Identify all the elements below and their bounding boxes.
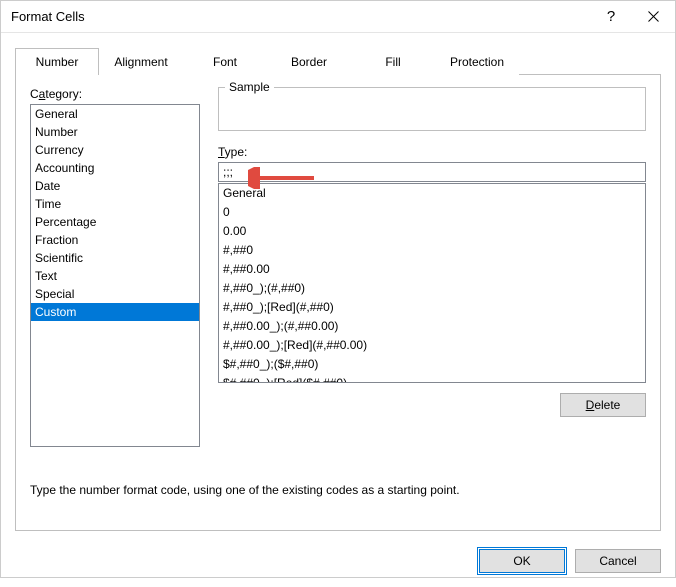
- list-item[interactable]: Time: [31, 195, 199, 213]
- list-item[interactable]: #,##0.00_);[Red](#,##0.00): [219, 336, 645, 355]
- delete-button[interactable]: Delete: [560, 393, 646, 417]
- list-item[interactable]: Date: [31, 177, 199, 195]
- list-item[interactable]: Scientific: [31, 249, 199, 267]
- close-button[interactable]: [631, 1, 675, 33]
- list-item[interactable]: #,##0.00: [219, 260, 645, 279]
- list-item[interactable]: #,##0: [219, 241, 645, 260]
- list-item[interactable]: $#,##0_);($#,##0): [219, 355, 645, 374]
- list-item[interactable]: 0: [219, 203, 645, 222]
- list-item[interactable]: Currency: [31, 141, 199, 159]
- list-item[interactable]: #,##0_);(#,##0): [219, 279, 645, 298]
- cancel-button[interactable]: Cancel: [575, 549, 661, 573]
- close-icon: [648, 11, 659, 22]
- tab-number[interactable]: Number: [15, 48, 99, 75]
- dialog-content: Number Alignment Font Border Fill Protec…: [1, 33, 675, 541]
- list-item[interactable]: $#,##0_);[Red]($#,##0): [219, 374, 645, 383]
- ok-button[interactable]: OK: [479, 549, 565, 573]
- dialog-footer: OK Cancel: [1, 541, 675, 587]
- type-input[interactable]: [218, 162, 646, 182]
- list-item[interactable]: 0.00: [219, 222, 645, 241]
- tab-border[interactable]: Border: [267, 48, 351, 75]
- window-title: Format Cells: [11, 9, 591, 24]
- list-item[interactable]: #,##0.00_);(#,##0.00): [219, 317, 645, 336]
- type-label: Type:: [218, 145, 646, 159]
- list-item[interactable]: Text: [31, 267, 199, 285]
- tab-protection[interactable]: Protection: [435, 48, 519, 75]
- titlebar: Format Cells ?: [1, 1, 675, 33]
- list-item[interactable]: Number: [31, 123, 199, 141]
- sample-group: Sample: [218, 87, 646, 131]
- list-item[interactable]: Fraction: [31, 231, 199, 249]
- help-button[interactable]: ?: [591, 1, 631, 33]
- list-item[interactable]: Special: [31, 285, 199, 303]
- category-listbox[interactable]: General Number Currency Accounting Date …: [30, 104, 200, 447]
- list-item[interactable]: #,##0_);[Red](#,##0): [219, 298, 645, 317]
- list-item[interactable]: Accounting: [31, 159, 199, 177]
- category-label: Category:: [30, 87, 200, 101]
- tab-fill[interactable]: Fill: [351, 48, 435, 75]
- list-item[interactable]: Custom: [31, 303, 199, 321]
- format-listbox[interactable]: General 0 0.00 #,##0 #,##0.00 #,##0_);(#…: [218, 183, 646, 383]
- tab-alignment[interactable]: Alignment: [99, 48, 183, 75]
- list-item[interactable]: Percentage: [31, 213, 199, 231]
- hint-text: Type the number format code, using one o…: [30, 483, 460, 497]
- tab-font[interactable]: Font: [183, 48, 267, 75]
- sample-label: Sample: [225, 80, 274, 94]
- list-item[interactable]: General: [219, 184, 645, 203]
- tab-panel-number: Category: General Number Currency Accoun…: [15, 75, 661, 531]
- list-item[interactable]: General: [31, 105, 199, 123]
- tab-strip: Number Alignment Font Border Fill Protec…: [15, 47, 661, 75]
